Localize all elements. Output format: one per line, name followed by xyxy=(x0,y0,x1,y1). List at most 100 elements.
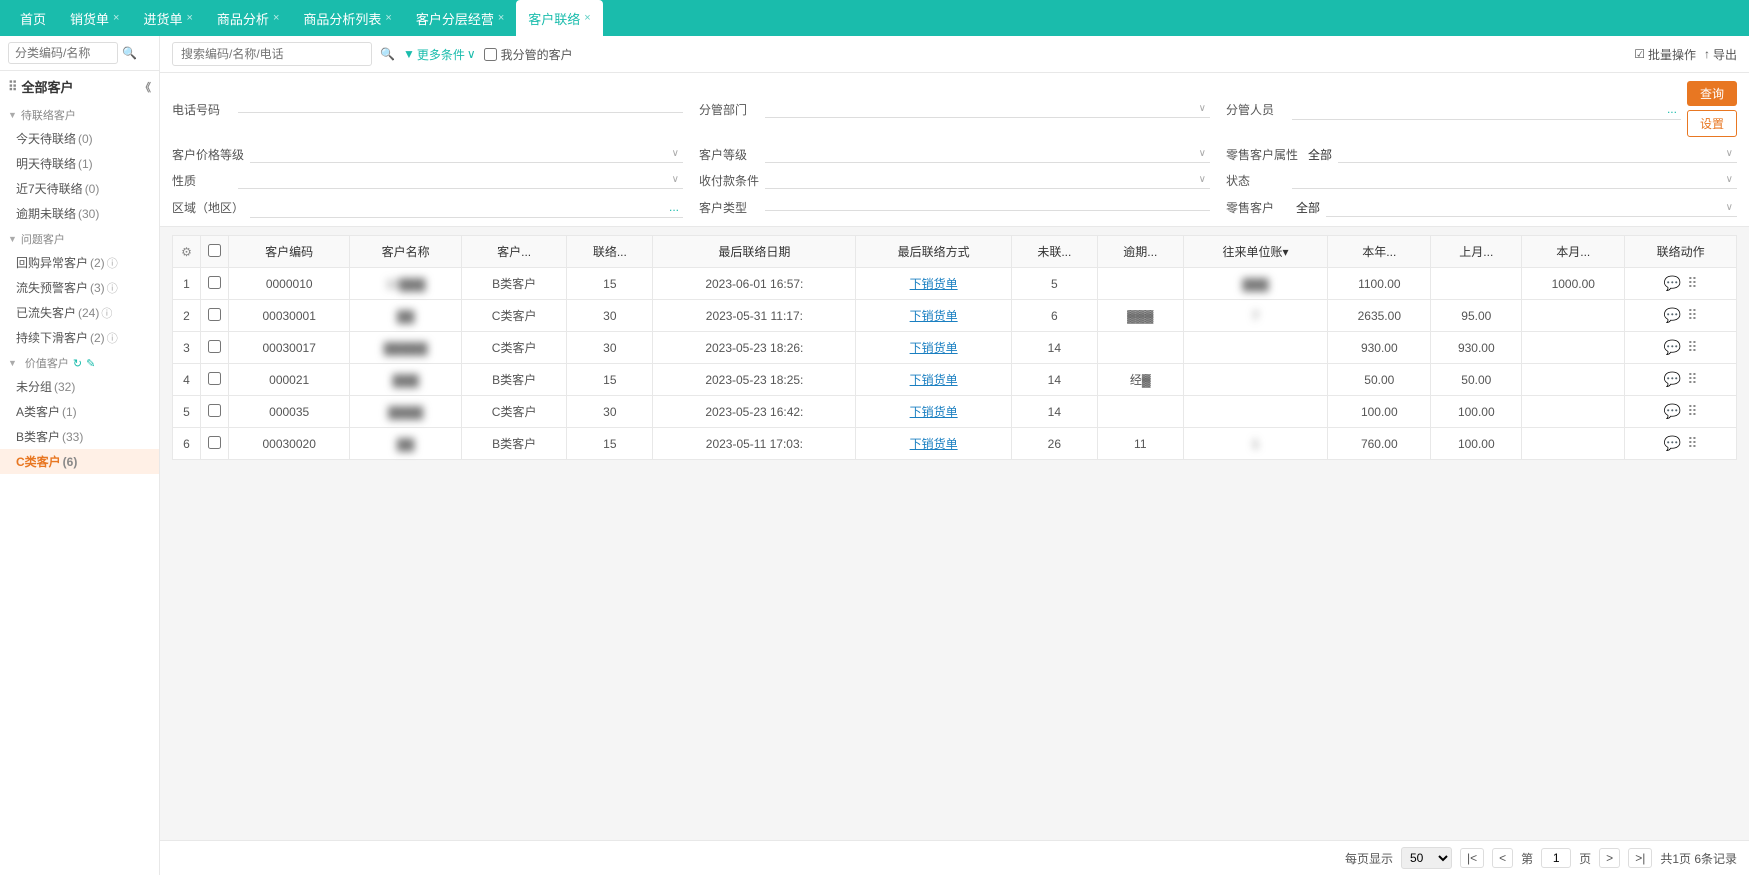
sidebar-item-churned[interactable]: 已流失客户(24) ⓘ xyxy=(0,300,159,325)
menu-icon[interactable]: ⠿ xyxy=(1687,339,1697,356)
method-link[interactable]: 下销货单 xyxy=(910,277,958,291)
sidebar-item-churn-risk[interactable]: 流失预警客户(3) ⓘ xyxy=(0,275,159,300)
filter-search-input[interactable] xyxy=(172,42,372,66)
filter-retail-customer-select[interactable]: ∨ xyxy=(1326,199,1737,217)
sidebar-item-today[interactable]: 今天待联络(0) xyxy=(0,126,159,151)
export-btn[interactable]: ↑ 导出 xyxy=(1704,46,1737,63)
method-link[interactable]: 下销货单 xyxy=(910,437,958,451)
row-last-method[interactable]: 下销货单 xyxy=(856,364,1011,396)
current-page-input[interactable] xyxy=(1541,848,1571,868)
filter-customer-level-select[interactable]: ∨ xyxy=(765,145,1210,163)
filter-status-select[interactable]: ∨ xyxy=(1292,171,1737,189)
row-last-method[interactable]: 下销货单 xyxy=(856,396,1011,428)
row-checkbox[interactable] xyxy=(201,300,229,332)
nav-close-icon[interactable]: × xyxy=(584,12,590,24)
sidebar-item-abnormal[interactable]: 回购异常客户(2) ⓘ xyxy=(0,250,159,275)
menu-icon[interactable]: ⠿ xyxy=(1687,275,1697,292)
comment-icon[interactable]: 💬 xyxy=(1664,371,1681,388)
menu-icon[interactable]: ⠿ xyxy=(1687,435,1697,452)
nav-close-icon[interactable]: × xyxy=(385,12,391,24)
row-last-method[interactable]: 下销货单 xyxy=(856,428,1011,460)
comment-icon[interactable]: 💬 xyxy=(1664,339,1681,356)
row-checkbox[interactable] xyxy=(201,364,229,396)
more-icon[interactable]: ... xyxy=(669,200,679,214)
sidebar-item-tomorrow[interactable]: 明天待联络(1) xyxy=(0,151,159,176)
prev-page-btn[interactable]: < xyxy=(1492,848,1513,868)
sidebar-item-a-class[interactable]: A类客户(1) xyxy=(0,399,159,424)
row-last-method[interactable]: 下销货单 xyxy=(856,332,1011,364)
more-conditions-btn[interactable]: ▼ 更多条件 ∨ xyxy=(403,46,476,63)
nav-close-icon[interactable]: × xyxy=(498,12,504,24)
query-btn[interactable]: 查询 xyxy=(1687,81,1737,106)
row-actions: 💬 ⠿ xyxy=(1625,332,1737,364)
filter-phone-input[interactable] xyxy=(238,106,683,113)
menu-icon[interactable]: ⠿ xyxy=(1687,371,1697,388)
sidebar-collapse-icon[interactable]: 《 xyxy=(140,79,151,95)
filter-payment-select[interactable]: ∨ xyxy=(765,171,1210,189)
batch-op-btn[interactable]: ☑ 批量操作 xyxy=(1634,46,1696,63)
edit-icon[interactable]: ✎ xyxy=(86,357,95,370)
row-checkbox[interactable] xyxy=(201,428,229,460)
nav-purchase-order[interactable]: 进货单 × xyxy=(131,0,204,36)
nav-close-icon[interactable]: × xyxy=(186,12,192,24)
nav-home[interactable]: 首页 xyxy=(8,0,58,36)
sidebar-item-7days[interactable]: 近7天待联络(0) xyxy=(0,176,159,201)
nav-customer-contact[interactable]: 客户联络 × xyxy=(516,0,602,36)
method-link[interactable]: 下销货单 xyxy=(910,341,958,355)
page-size-select[interactable]: 50 20 100 xyxy=(1401,847,1452,869)
my-customers-checkbox[interactable] xyxy=(484,48,497,61)
method-link[interactable]: 下销货单 xyxy=(910,405,958,419)
first-page-btn[interactable]: |< xyxy=(1460,848,1484,868)
sidebar-item-b-class[interactable]: B类客户(33) xyxy=(0,424,159,449)
nav-product-analysis[interactable]: 商品分析 × xyxy=(205,0,291,36)
filter-payment-row: 收付款条件 ∨ xyxy=(699,171,1210,189)
filter-region-select[interactable]: ... xyxy=(250,197,683,218)
sidebar-group-problem[interactable]: 问题客户 xyxy=(0,226,159,250)
row-checkbox[interactable] xyxy=(201,396,229,428)
filter-price-level-select[interactable]: ∨ xyxy=(250,145,683,163)
sidebar-item-declining[interactable]: 持续下滑客户(2) ⓘ xyxy=(0,325,159,350)
filter-customer-type-select[interactable] xyxy=(765,204,1210,211)
filter-dept-select[interactable]: ∨ xyxy=(765,100,1210,118)
sidebar-item-c-class[interactable]: C类客户(6) xyxy=(0,449,159,474)
nav-sales-order[interactable]: 销货单 × xyxy=(58,0,131,36)
filter-dept-label: 分管部门 xyxy=(699,101,759,118)
row-last-method[interactable]: 下销货单 xyxy=(856,268,1011,300)
sidebar-item-overdue[interactable]: 逾期未联络(30) xyxy=(0,201,159,226)
nav-product-analysis-list[interactable]: 商品分析列表 × xyxy=(291,0,403,36)
select-all-checkbox[interactable] xyxy=(208,244,221,257)
row-checkbox[interactable] xyxy=(201,268,229,300)
more-icon[interactable]: ... xyxy=(1667,102,1677,116)
sidebar-search-icon[interactable]: 🔍 xyxy=(122,46,137,60)
chevron-down-icon: ∨ xyxy=(467,47,476,61)
th-checkbox[interactable] xyxy=(201,236,229,268)
comment-icon[interactable]: 💬 xyxy=(1664,307,1681,324)
reset-btn[interactable]: 设置 xyxy=(1687,110,1737,137)
comment-icon[interactable]: 💬 xyxy=(1664,435,1681,452)
sidebar-group-pending[interactable]: 待联络客户 xyxy=(0,102,159,126)
menu-icon[interactable]: ⠿ xyxy=(1687,403,1697,420)
row-last-method[interactable]: 下销货单 xyxy=(856,300,1011,332)
sidebar-item-unclassified[interactable]: 未分组(32) xyxy=(0,374,159,399)
menu-icon[interactable]: ⠿ xyxy=(1687,307,1697,324)
nav-close-icon[interactable]: × xyxy=(273,12,279,24)
nav-close-icon[interactable]: × xyxy=(113,12,119,24)
filter-gender-select[interactable]: ∨ xyxy=(238,171,683,189)
sidebar-group-value[interactable]: 价值客户 ↻ ✎ xyxy=(0,350,159,374)
method-link[interactable]: 下销货单 xyxy=(910,309,958,323)
last-page-btn[interactable]: >| xyxy=(1628,848,1652,868)
comment-icon[interactable]: 💬 xyxy=(1664,403,1681,420)
refresh-icon[interactable]: ↻ xyxy=(73,357,82,370)
row-checkbox[interactable] xyxy=(201,332,229,364)
nav-customer-segment[interactable]: 客户分层经营 × xyxy=(404,0,516,36)
filter-manager-label: 分管人员 xyxy=(1226,101,1286,118)
comment-icon[interactable]: 💬 xyxy=(1664,275,1681,292)
filter-search-icon[interactable]: 🔍 xyxy=(380,47,395,61)
sidebar-all-customers[interactable]: ⠿ 全部客户 《 xyxy=(0,71,159,102)
filter-retail-attr-select[interactable]: ∨ xyxy=(1338,145,1737,163)
filter-manager-select[interactable]: ... xyxy=(1292,99,1681,120)
sidebar-search-input[interactable] xyxy=(8,42,118,64)
method-link[interactable]: 下销货单 xyxy=(910,373,958,387)
th-settings[interactable]: ⚙ xyxy=(173,236,201,268)
next-page-btn[interactable]: > xyxy=(1599,848,1620,868)
